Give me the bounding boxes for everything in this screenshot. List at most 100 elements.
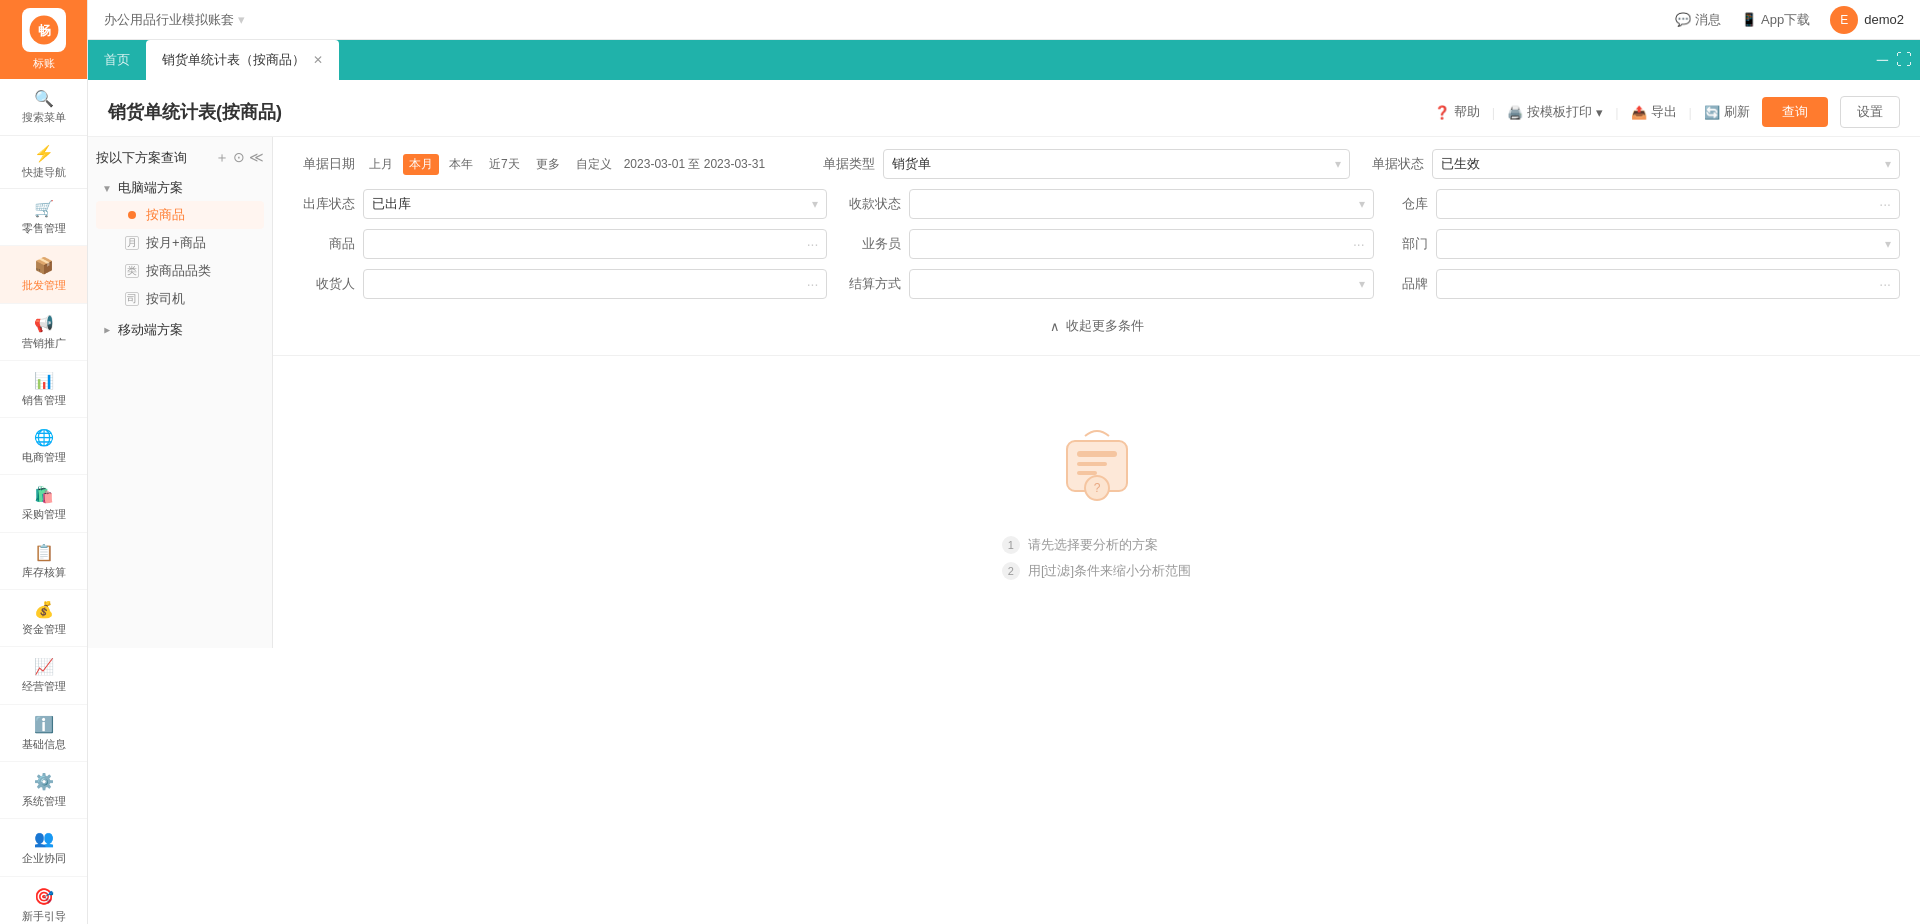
filter-area: 单据日期 上月 本月 本年 近7天 更多 自定义 2023-03-01 至 20… — [273, 137, 1920, 356]
settings-button[interactable]: 设置 — [1840, 96, 1900, 128]
left-panel-header: 按以下方案查询 ＋ ⊙ ≪ — [96, 149, 264, 167]
export-icon: 📤 — [1631, 105, 1647, 120]
out-input[interactable]: 已出库 ▾ — [363, 189, 827, 219]
scheme-item-category-label: 按商品品类 — [146, 262, 211, 280]
shortcut-last-7-days[interactable]: 近7天 — [483, 154, 526, 175]
basic-label: 基础信息 — [22, 737, 66, 751]
divider1: | — [1492, 105, 1495, 120]
svg-text:?: ? — [1093, 481, 1100, 495]
tab-home[interactable]: 首页 — [88, 40, 146, 80]
sidebar-search[interactable]: 🔍 搜索菜单 — [0, 79, 87, 136]
search-icon: 🔍 — [34, 89, 54, 108]
nav-label: 快捷导航 — [22, 165, 66, 180]
shortcut-this-year[interactable]: 本年 — [443, 154, 479, 175]
sidebar-item-ecommerce[interactable]: 🌐 电商管理 — [0, 418, 87, 475]
tab-maximize-icon[interactable]: ⛶ — [1896, 51, 1912, 69]
staff-input[interactable]: ··· — [909, 229, 1373, 259]
scheme-item-by-driver[interactable]: 司 按司机 — [96, 285, 264, 313]
settle-input[interactable]: ▾ — [909, 269, 1373, 299]
edit-scheme-icon[interactable]: ⊙ — [233, 149, 245, 167]
print-icon: 🖨️ — [1507, 105, 1523, 120]
filter-row-3: 商品 ··· 业务员 ··· 部门 ▾ — [293, 229, 1900, 259]
sidebar-item-system[interactable]: ⚙️ 系统管理 — [0, 762, 87, 819]
receiver-input[interactable]: ··· — [363, 269, 827, 299]
export-label: 导出 — [1651, 103, 1677, 121]
shortcut-this-month[interactable]: 本月 — [403, 154, 439, 175]
refresh-btn[interactable]: 🔄 刷新 — [1704, 103, 1750, 121]
system-icon: ⚙️ — [34, 772, 54, 791]
svg-text:畅: 畅 — [37, 23, 50, 38]
app-download-btn[interactable]: 📱 App下载 — [1741, 11, 1810, 29]
shortcut-more[interactable]: 更多 — [530, 154, 566, 175]
app-label: App下载 — [1761, 11, 1810, 29]
sidebar-item-marketing[interactable]: 📢 营销推广 — [0, 304, 87, 361]
type-label: 单据类型 — [813, 155, 883, 173]
sidebar-item-wholesale[interactable]: 📦 批发管理 — [0, 246, 87, 303]
dept-input[interactable]: ▾ — [1436, 229, 1900, 259]
type-input[interactable]: 销货单 ▾ — [883, 149, 1351, 179]
sidebar-logo[interactable]: 畅 标账 — [0, 0, 87, 79]
pay-input[interactable]: ▾ — [909, 189, 1373, 219]
sidebar-menu: 🛒 零售管理 📦 批发管理 📢 营销推广 📊 销售管理 🌐 电商管理 🛍️ 采购… — [0, 189, 87, 924]
sidebar-item-purchase[interactable]: 🛍️ 采购管理 — [0, 475, 87, 532]
inventory-icon: 📋 — [34, 543, 54, 562]
scheme-group-mobile-header[interactable]: ▼ 移动端方案 — [96, 317, 264, 343]
empty-state: ? 1 请先选择要分析的方案 2 用[过滤]条件来缩小分析范围 — [273, 356, 1920, 648]
scheme-active-icon — [124, 207, 140, 223]
add-scheme-icon[interactable]: ＋ — [215, 149, 229, 167]
group-arrow-icon: ▼ — [102, 183, 112, 194]
shortcut-last-month[interactable]: 上月 — [363, 154, 399, 175]
sidebar-item-basic[interactable]: ℹ️ 基础信息 — [0, 705, 87, 762]
logo-text: 标账 — [33, 56, 55, 71]
collapse-panel-icon[interactable]: ≪ — [249, 149, 264, 167]
receiver-dots-icon: ··· — [807, 276, 819, 292]
settle-dropdown-icon: ▾ — [1359, 277, 1365, 291]
shortcut-custom[interactable]: 自定义 — [570, 154, 618, 175]
warehouse-dots-icon: ··· — [1879, 196, 1891, 212]
collapse-btn[interactable]: ∧ 收起更多条件 — [293, 309, 1900, 343]
sidebar-item-operation[interactable]: 📈 经营管理 — [0, 647, 87, 704]
divider3: | — [1689, 105, 1692, 120]
warehouse-input[interactable]: ··· — [1436, 189, 1900, 219]
query-button[interactable]: 查询 — [1762, 97, 1828, 127]
date-range-display: 2023-03-01 至 2023-03-31 — [624, 156, 765, 173]
scheme-group-desktop-header[interactable]: ▼ 电脑端方案 — [96, 175, 264, 201]
status-input[interactable]: 已生效 ▾ — [1432, 149, 1900, 179]
sidebar-item-collab[interactable]: 👥 企业协同 — [0, 819, 87, 876]
scheme-sq2-icon: 类 — [124, 263, 140, 279]
purchase-icon: 🛍️ — [34, 485, 54, 504]
scheme-item-by-month-goods[interactable]: 月 按月+商品 — [96, 229, 264, 257]
sidebar-item-newbie[interactable]: 🎯 新手引导 — [0, 877, 87, 924]
scheme-group-mobile: ▼ 移动端方案 — [96, 317, 264, 343]
sidebar-item-retail[interactable]: 🛒 零售管理 — [0, 189, 87, 246]
sales-icon: 📊 — [34, 371, 54, 390]
staff-label: 业务员 — [839, 235, 909, 253]
print-btn[interactable]: 🖨️ 按模板打印 ▾ — [1507, 103, 1603, 121]
help-btn[interactable]: ❓ 帮助 — [1434, 103, 1480, 121]
finance-icon: 💰 — [34, 600, 54, 619]
app-icon: 📱 — [1741, 12, 1757, 27]
scheme-group-desktop: ▼ 电脑端方案 按商品 月 按月+商品 — [96, 175, 264, 313]
sidebar-item-sales[interactable]: 📊 销售管理 — [0, 361, 87, 418]
tab-bar: 首页 销货单统计表（按商品） ✕ ─ ⛶ — [88, 40, 1920, 80]
scheme-item-by-category[interactable]: 类 按商品品类 — [96, 257, 264, 285]
sidebar-nav[interactable]: ⚡ 快捷导航 — [0, 136, 87, 189]
msg-icon: 💬 — [1675, 12, 1691, 27]
user-profile[interactable]: E demo2 — [1830, 6, 1904, 34]
tab-close-icon[interactable]: ✕ — [313, 53, 323, 67]
export-btn[interactable]: 📤 导出 — [1631, 103, 1677, 121]
goods-input[interactable]: ··· — [363, 229, 827, 259]
sidebar-item-finance[interactable]: 💰 资金管理 — [0, 590, 87, 647]
messages-btn[interactable]: 💬 消息 — [1675, 11, 1721, 29]
tab-sales-stats[interactable]: 销货单统计表（按商品） ✕ — [146, 40, 339, 80]
scheme-item-by-goods[interactable]: 按商品 — [96, 201, 264, 229]
tab-minimize-icon[interactable]: ─ — [1877, 51, 1888, 69]
pay-label: 收款状态 — [839, 195, 909, 213]
sidebar-item-inventory[interactable]: 📋 库存核算 — [0, 533, 87, 590]
marketing-label: 营销推广 — [22, 336, 66, 350]
help-label: 帮助 — [1454, 103, 1480, 121]
right-panel: 单据日期 上月 本月 本年 近7天 更多 自定义 2023-03-01 至 20… — [273, 137, 1920, 648]
wholesale-icon: 📦 — [34, 256, 54, 275]
brand-input[interactable]: ··· — [1436, 269, 1900, 299]
step-1-num: 1 — [1002, 536, 1020, 554]
